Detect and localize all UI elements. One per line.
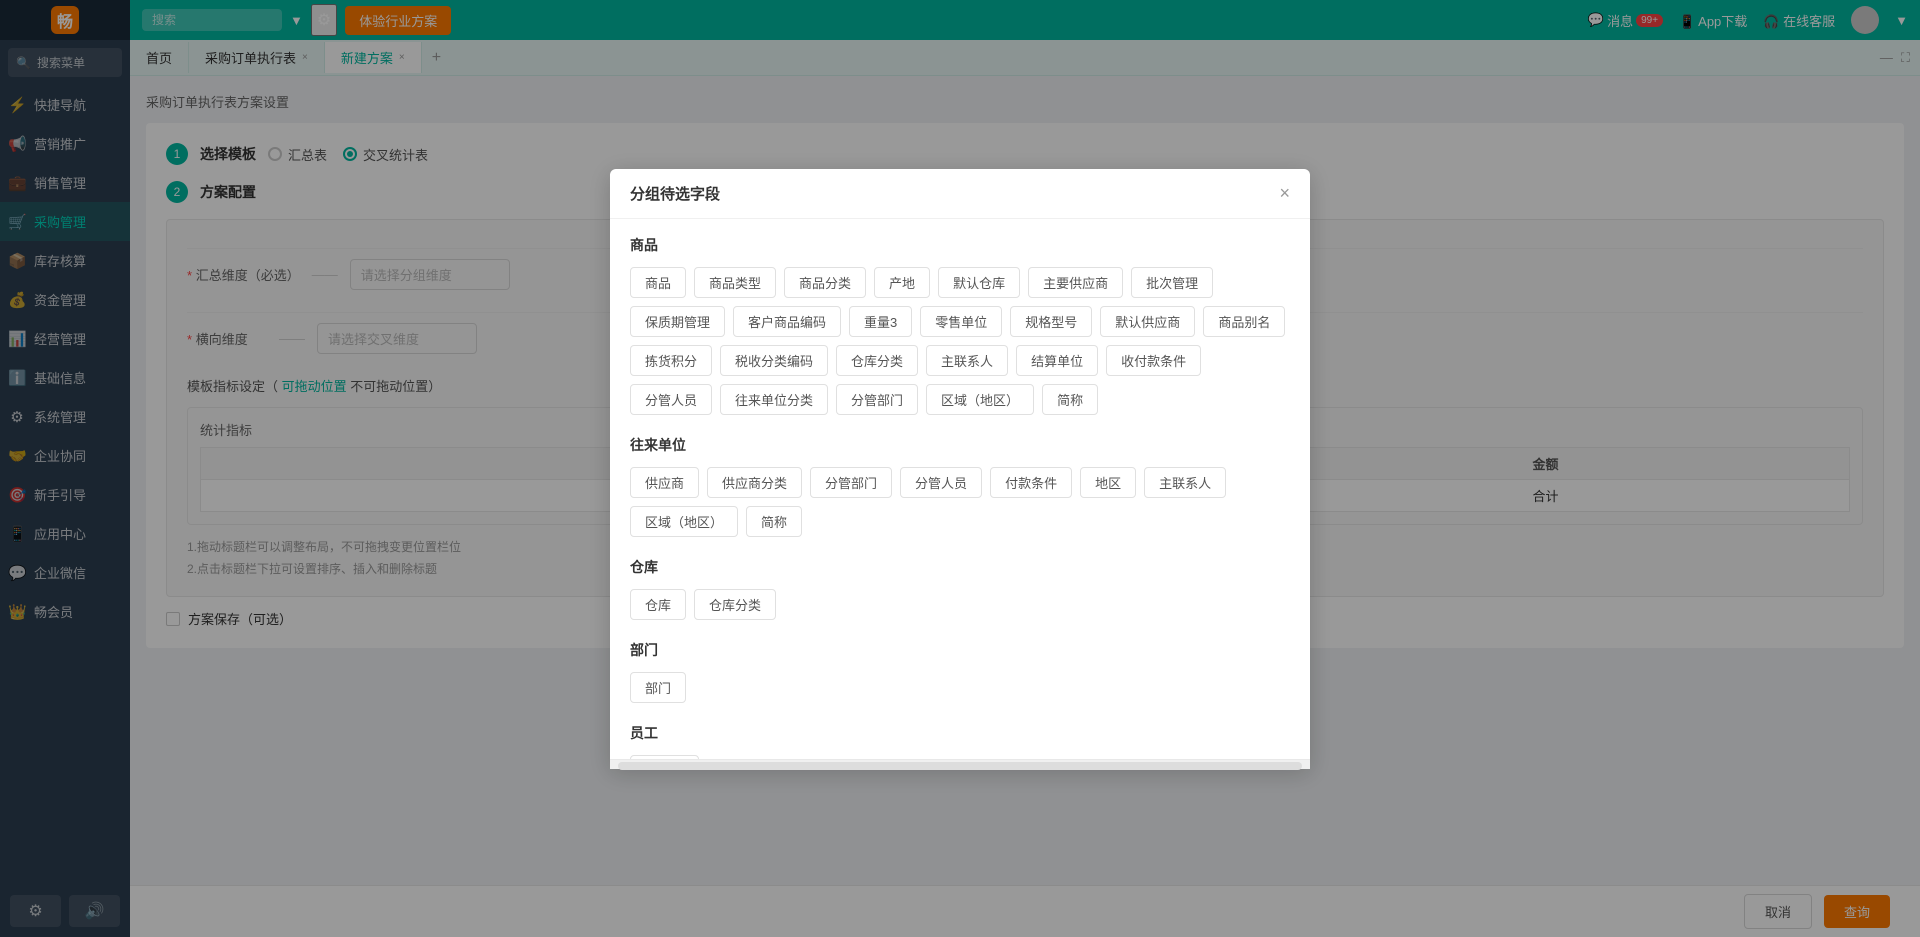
section-warehouse-title: 仓库 bbox=[630, 557, 1290, 577]
dialog-overlay: 分组待选字段 × 商品 商品 商品类型 商品分类 产地 默认仓库 主要供应商 批… bbox=[0, 0, 1920, 937]
field-tag-main-contact[interactable]: 主联系人 bbox=[926, 345, 1008, 376]
section-employee: 员工 业务员 bbox=[630, 723, 1290, 760]
field-tag-origin[interactable]: 产地 bbox=[874, 267, 930, 298]
field-tag-default-supplier[interactable]: 默认供应商 bbox=[1100, 306, 1195, 337]
field-tag-warehouse-cat[interactable]: 仓库分类 bbox=[694, 589, 776, 620]
field-tag-tax-code[interactable]: 税收分类编码 bbox=[720, 345, 828, 376]
field-tag-batch-mgmt[interactable]: 批次管理 bbox=[1131, 267, 1213, 298]
field-tag-partner-category[interactable]: 往来单位分类 bbox=[720, 384, 828, 415]
field-tag-settlement-unit[interactable]: 结算单位 bbox=[1016, 345, 1098, 376]
dept-field-tags: 部门 bbox=[630, 672, 1290, 703]
field-tag-default-warehouse[interactable]: 默认仓库 bbox=[938, 267, 1020, 298]
field-tag-partner-dept[interactable]: 分管部门 bbox=[810, 467, 892, 498]
field-tag-region[interactable]: 区域（地区） bbox=[926, 384, 1034, 415]
dialog-horizontal-scrollbar[interactable] bbox=[610, 759, 1310, 768]
field-tag-partner-area[interactable]: 区域（地区） bbox=[630, 506, 738, 537]
field-tag-partner-payment[interactable]: 付款条件 bbox=[990, 467, 1072, 498]
section-warehouse: 仓库 仓库 仓库分类 bbox=[630, 557, 1290, 620]
field-tag-partner-region[interactable]: 地区 bbox=[1080, 467, 1136, 498]
field-tag-goods-category[interactable]: 商品分类 bbox=[784, 267, 866, 298]
field-tag-partner-short[interactable]: 简称 bbox=[746, 506, 802, 537]
field-tag-payment-terms[interactable]: 收付款条件 bbox=[1106, 345, 1201, 376]
field-tag-customer-code[interactable]: 客户商品编码 bbox=[733, 306, 841, 337]
section-employee-title: 员工 bbox=[630, 723, 1290, 743]
field-tag-partner-contact[interactable]: 主联系人 bbox=[1144, 467, 1226, 498]
section-dept-title: 部门 bbox=[630, 640, 1290, 660]
field-tag-main-supplier[interactable]: 主要供应商 bbox=[1028, 267, 1123, 298]
field-tag-supplier-category[interactable]: 供应商分类 bbox=[707, 467, 802, 498]
field-tag-retail-unit[interactable]: 零售单位 bbox=[920, 306, 1002, 337]
field-tag-dept[interactable]: 部门 bbox=[630, 672, 686, 703]
field-tag-goods-alias[interactable]: 商品别名 bbox=[1203, 306, 1285, 337]
dialog-body[interactable]: 商品 商品 商品类型 商品分类 产地 默认仓库 主要供应商 批次管理 保质期管理… bbox=[610, 219, 1310, 760]
goods-field-tags: 商品 商品类型 商品分类 产地 默认仓库 主要供应商 批次管理 保质期管理 客户… bbox=[630, 267, 1290, 415]
field-tag-weight[interactable]: 重量3 bbox=[849, 306, 912, 337]
dialog-close-button[interactable]: × bbox=[1279, 183, 1290, 204]
section-partner-title: 往来单位 bbox=[630, 435, 1290, 455]
section-goods-title: 商品 bbox=[630, 235, 1290, 255]
field-tag-goods[interactable]: 商品 bbox=[630, 267, 686, 298]
partner-field-tags: 供应商 供应商分类 分管部门 分管人员 付款条件 地区 主联系人 区域（地区） … bbox=[630, 467, 1290, 537]
field-tag-goods-type[interactable]: 商品类型 bbox=[694, 267, 776, 298]
section-dept: 部门 部门 bbox=[630, 640, 1290, 703]
field-tag-partner-supervisor[interactable]: 分管人员 bbox=[900, 467, 982, 498]
section-goods: 商品 商品 商品类型 商品分类 产地 默认仓库 主要供应商 批次管理 保质期管理… bbox=[630, 235, 1290, 415]
field-tag-warehouse-category[interactable]: 仓库分类 bbox=[836, 345, 918, 376]
field-selector-dialog: 分组待选字段 × 商品 商品 商品类型 商品分类 产地 默认仓库 主要供应商 批… bbox=[610, 169, 1310, 769]
field-tag-pick-points[interactable]: 拣货积分 bbox=[630, 345, 712, 376]
section-partner: 往来单位 供应商 供应商分类 分管部门 分管人员 付款条件 地区 主联系人 区域… bbox=[630, 435, 1290, 537]
field-tag-spec-model[interactable]: 规格型号 bbox=[1010, 306, 1092, 337]
field-tag-short-name[interactable]: 简称 bbox=[1042, 384, 1098, 415]
warehouse-field-tags: 仓库 仓库分类 bbox=[630, 589, 1290, 620]
field-tag-supplier[interactable]: 供应商 bbox=[630, 467, 699, 498]
field-tag-expiry-mgmt[interactable]: 保质期管理 bbox=[630, 306, 725, 337]
dialog-header: 分组待选字段 × bbox=[610, 169, 1310, 219]
dialog-title: 分组待选字段 bbox=[630, 183, 720, 204]
field-tag-warehouse[interactable]: 仓库 bbox=[630, 589, 686, 620]
field-tag-dept-manage[interactable]: 分管部门 bbox=[836, 384, 918, 415]
field-tag-supervisor[interactable]: 分管人员 bbox=[630, 384, 712, 415]
